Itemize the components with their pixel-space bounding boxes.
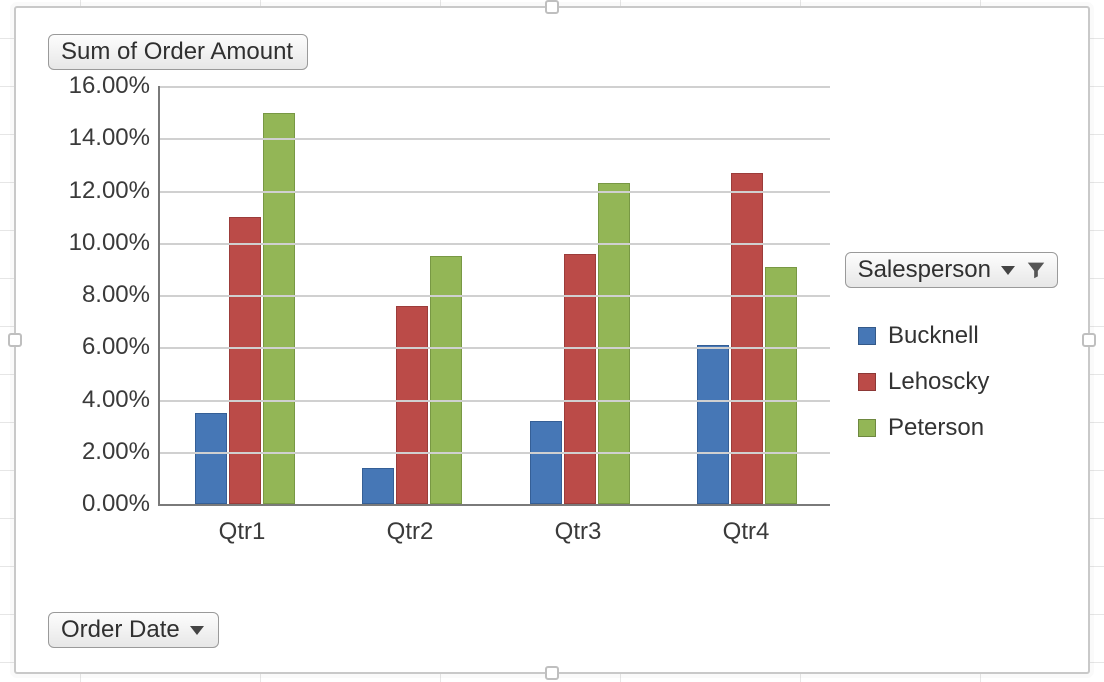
grid-line <box>160 452 830 454</box>
bar[interactable] <box>697 345 729 504</box>
bar[interactable] <box>765 267 797 504</box>
legend-field-button[interactable]: Salesperson <box>845 252 1058 288</box>
y-tick-label: 2.00% <box>50 438 150 466</box>
chevron-down-icon <box>190 626 204 635</box>
grid-line <box>160 400 830 402</box>
grid-line <box>160 191 830 193</box>
bar[interactable] <box>396 306 428 504</box>
bar[interactable] <box>731 173 763 504</box>
axis-field-button[interactable]: Order Date <box>48 612 219 648</box>
y-tick-label: 14.00% <box>50 124 150 152</box>
bar[interactable] <box>263 113 295 504</box>
bar[interactable] <box>598 183 630 504</box>
resize-handle-s[interactable] <box>545 666 559 680</box>
filter-funnel-icon <box>1025 259 1047 281</box>
legend-label: Lehoscky <box>888 368 989 396</box>
x-tick-label: Qtr4 <box>662 510 830 546</box>
x-tick-label: Qtr3 <box>494 510 662 546</box>
x-tick-label: Qtr2 <box>326 510 494 546</box>
legend-swatch <box>858 373 876 391</box>
y-tick-label: 10.00% <box>50 229 150 257</box>
y-tick-label: 0.00% <box>50 490 150 518</box>
legend-field-label: Salesperson <box>858 256 991 284</box>
legend-label: Bucknell <box>888 322 979 350</box>
grid-line <box>160 243 830 245</box>
bar[interactable] <box>530 421 562 504</box>
plot <box>158 86 830 506</box>
legend-swatch <box>858 327 876 345</box>
bar[interactable] <box>564 254 596 504</box>
pivot-chart-object[interactable]: Sum of Order Amount Order Date Salespers… <box>14 6 1090 674</box>
bar[interactable] <box>195 413 227 504</box>
grid-line <box>160 295 830 297</box>
y-tick-label: 8.00% <box>50 281 150 309</box>
legend-label: Peterson <box>888 414 984 442</box>
plot-area: 0.00% 2.00% 4.00% 6.00% 8.00% 10.00% 12.00% 14.… <box>50 86 830 556</box>
legend: Bucknell Lehoscky Peterson <box>858 304 1058 460</box>
resize-handle-e[interactable] <box>1082 333 1096 347</box>
y-tick-label: 12.00% <box>50 177 150 205</box>
grid-line <box>160 86 830 88</box>
values-field-button[interactable]: Sum of Order Amount <box>48 34 308 70</box>
bar[interactable] <box>362 468 394 504</box>
y-tick-label: 16.00% <box>50 72 150 100</box>
resize-handle-n[interactable] <box>545 0 559 14</box>
grid-line <box>160 347 830 349</box>
legend-swatch <box>858 419 876 437</box>
axis-field-label: Order Date <box>61 616 180 644</box>
bar[interactable] <box>229 217 261 504</box>
grid-line <box>160 138 830 140</box>
y-axis: 0.00%2.00%4.00%6.00%8.00%10.00%12.00%14.… <box>50 86 158 506</box>
chevron-down-icon <box>1001 266 1015 275</box>
x-tick-label: Qtr1 <box>158 510 326 546</box>
resize-handle-w[interactable] <box>8 333 22 347</box>
legend-item[interactable]: Bucknell <box>858 322 1058 350</box>
x-axis-labels: Qtr1Qtr2Qtr3Qtr4 <box>158 510 830 546</box>
bar[interactable] <box>430 256 462 504</box>
legend-item[interactable]: Peterson <box>858 414 1058 442</box>
values-field-label: Sum of Order Amount <box>61 38 293 66</box>
y-tick-label: 4.00% <box>50 386 150 414</box>
y-tick-label: 6.00% <box>50 333 150 361</box>
legend-item[interactable]: Lehoscky <box>858 368 1058 396</box>
